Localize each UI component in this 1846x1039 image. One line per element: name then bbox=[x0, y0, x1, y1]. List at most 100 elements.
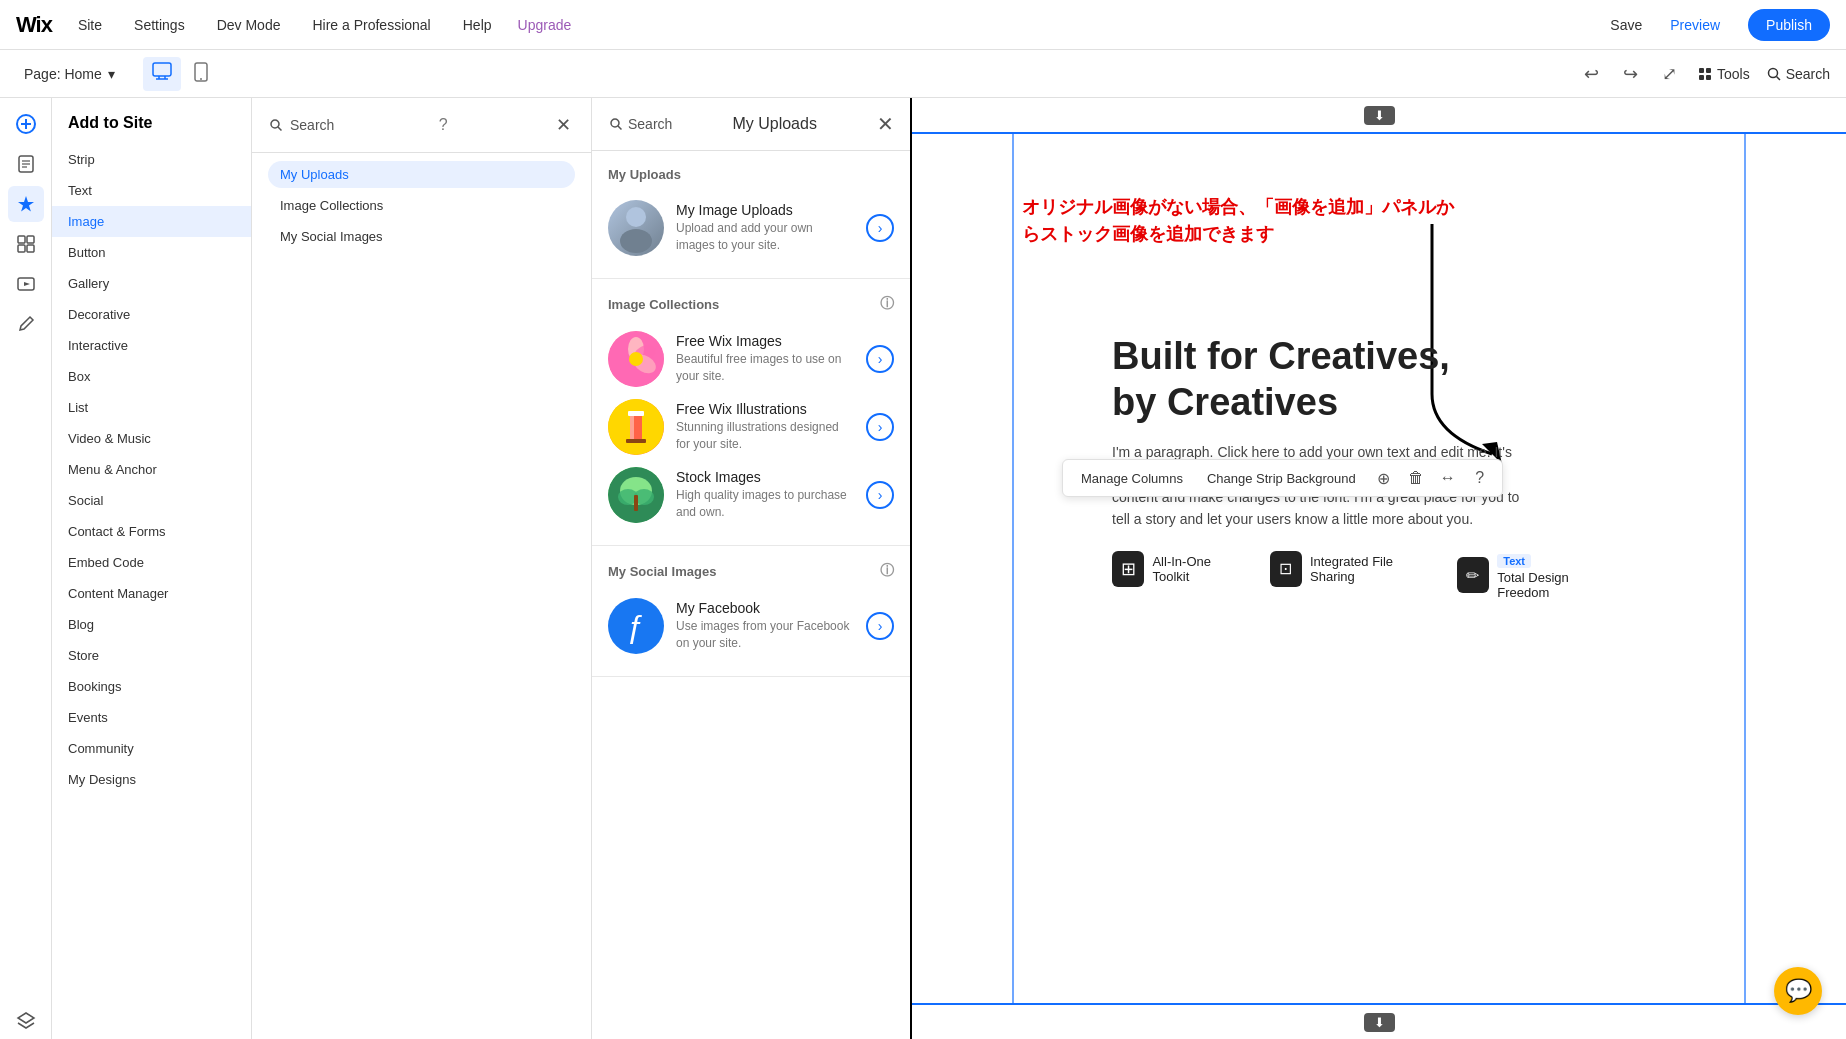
svg-point-36 bbox=[629, 352, 643, 366]
my-facebook-item[interactable]: ƒ My Facebook Use images from your Faceb… bbox=[608, 592, 894, 660]
canvas-download-top-button[interactable]: ⬇ bbox=[1364, 106, 1395, 125]
free-wix-images-arrow[interactable]: › bbox=[866, 345, 894, 373]
nav-upgrade[interactable]: Upgrade bbox=[518, 17, 572, 33]
apps-button[interactable] bbox=[8, 226, 44, 262]
panel-item-gallery[interactable]: Gallery bbox=[52, 268, 251, 299]
free-wix-illustrations-item[interactable]: Free Wix Illustrations Stunning illustra… bbox=[608, 393, 894, 461]
svg-rect-7 bbox=[1706, 68, 1711, 73]
panel-item-box[interactable]: Box bbox=[52, 361, 251, 392]
media-close-button[interactable]: ✕ bbox=[877, 112, 894, 136]
manage-columns-button[interactable]: Manage Columns bbox=[1071, 467, 1193, 490]
publish-button[interactable]: Publish bbox=[1748, 9, 1830, 41]
social-images-info-icon[interactable]: ⓘ bbox=[880, 562, 894, 580]
my-facebook-thumb: ƒ bbox=[608, 598, 664, 654]
my-image-uploads-item[interactable]: My Image Uploads Upload and add your own… bbox=[608, 194, 894, 262]
add-elements-button[interactable] bbox=[8, 106, 44, 142]
redo-button[interactable]: ↪ bbox=[1619, 59, 1642, 89]
context-trash-icon[interactable]: 🗑 bbox=[1402, 464, 1430, 492]
panel-item-interactive[interactable]: Interactive bbox=[52, 330, 251, 361]
mobile-view-button[interactable] bbox=[185, 57, 217, 91]
subpanel-search-button[interactable]: Search bbox=[268, 117, 334, 133]
media-button[interactable] bbox=[8, 266, 44, 302]
svg-point-31 bbox=[620, 229, 652, 253]
panel-item-button[interactable]: Button bbox=[52, 237, 251, 268]
panel-item-list[interactable]: List bbox=[52, 392, 251, 423]
save-button[interactable]: Save bbox=[1610, 17, 1642, 33]
panel-item-menu-anchor[interactable]: Menu & Anchor bbox=[52, 454, 251, 485]
free-wix-images-item[interactable]: Free Wix Images Beautiful free images to… bbox=[608, 325, 894, 393]
context-resize-icon[interactable]: ↔ bbox=[1434, 464, 1462, 492]
media-search-button[interactable]: Search bbox=[608, 116, 672, 132]
chat-button[interactable]: 💬 bbox=[1774, 967, 1822, 1015]
panel-item-decorative[interactable]: Decorative bbox=[52, 299, 251, 330]
context-help-icon[interactable]: ? bbox=[1466, 464, 1494, 492]
context-move-icon[interactable]: ⊕ bbox=[1370, 464, 1398, 492]
stock-images-arrow[interactable]: › bbox=[866, 481, 894, 509]
context-toolbar: Manage Columns Change Strip Background ⊕… bbox=[1062, 459, 1503, 497]
svg-point-30 bbox=[626, 207, 646, 227]
panel-item-bookings[interactable]: Bookings bbox=[52, 671, 251, 702]
free-wix-illustrations-title: Free Wix Illustrations bbox=[676, 401, 854, 417]
panel-item-social[interactable]: Social bbox=[52, 485, 251, 516]
nav-help[interactable]: Help bbox=[457, 13, 498, 37]
my-uploads-section: My Uploads My Image Uploads Upload and a… bbox=[592, 151, 910, 279]
panel-item-my-designs[interactable]: My Designs bbox=[52, 764, 251, 795]
tab-my-social-images[interactable]: My Social Images bbox=[268, 223, 575, 250]
svg-rect-22 bbox=[27, 245, 34, 252]
stock-images-item[interactable]: Stock Images High quality images to purc… bbox=[608, 461, 894, 529]
change-strip-background-button[interactable]: Change Strip Background bbox=[1197, 467, 1366, 490]
canvas-right-guideline bbox=[1744, 134, 1746, 1003]
page-selector[interactable]: Page: Home ▾ bbox=[16, 62, 123, 86]
nav-devmode[interactable]: Dev Mode bbox=[211, 13, 287, 37]
pages-button[interactable] bbox=[8, 146, 44, 182]
panel-item-events[interactable]: Events bbox=[52, 702, 251, 733]
subpanel-help-button[interactable]: ? bbox=[435, 112, 452, 138]
layers-button[interactable] bbox=[8, 1003, 44, 1039]
subpanel-tabs: My Uploads Image Collections My Social I… bbox=[252, 153, 591, 258]
panel-item-strip[interactable]: Strip bbox=[52, 144, 251, 175]
free-wix-images-info: Free Wix Images Beautiful free images to… bbox=[676, 333, 854, 385]
tab-image-collections[interactable]: Image Collections bbox=[268, 192, 575, 219]
panel-item-text[interactable]: Text bbox=[52, 175, 251, 206]
panel-item-store[interactable]: Store bbox=[52, 640, 251, 671]
nav-settings[interactable]: Settings bbox=[128, 13, 191, 37]
svg-point-28 bbox=[611, 119, 619, 127]
nav-hire[interactable]: Hire a Professional bbox=[306, 13, 436, 37]
preview-button[interactable]: Preview bbox=[1670, 17, 1720, 33]
svg-rect-21 bbox=[18, 245, 25, 252]
fullscreen-button[interactable]: ⤢ bbox=[1658, 59, 1681, 89]
panel-item-content-manager[interactable]: Content Manager bbox=[52, 578, 251, 609]
stock-images-desc: High quality images to purchase and own. bbox=[676, 487, 854, 521]
panel-item-image[interactable]: Image bbox=[52, 206, 251, 237]
canvas-bottom-bar: ⬇ bbox=[912, 1003, 1846, 1039]
tab-my-uploads[interactable]: My Uploads bbox=[268, 161, 575, 188]
image-collections-title: Image Collections ⓘ bbox=[608, 295, 894, 313]
panel-item-video-music[interactable]: Video & Music bbox=[52, 423, 251, 454]
svg-line-11 bbox=[1776, 76, 1780, 80]
canvas-download-bottom-button[interactable]: ⬇ bbox=[1364, 1013, 1395, 1032]
subpanel-close-button[interactable]: ✕ bbox=[552, 110, 575, 140]
desktop-view-button[interactable] bbox=[143, 57, 181, 91]
panel-item-blog[interactable]: Blog bbox=[52, 609, 251, 640]
free-wix-images-desc: Beautiful free images to use on your sit… bbox=[676, 351, 854, 385]
my-uploads-arrow[interactable]: › bbox=[866, 214, 894, 242]
tools-label: Tools bbox=[1717, 66, 1750, 82]
undo-button[interactable]: ↩ bbox=[1580, 59, 1603, 89]
page-selector-label: Page: Home bbox=[24, 66, 102, 82]
svg-point-5 bbox=[200, 78, 202, 80]
svg-rect-19 bbox=[18, 236, 25, 243]
nav-site[interactable]: Site bbox=[72, 13, 108, 37]
pen-button[interactable] bbox=[8, 306, 44, 342]
design-button[interactable] bbox=[8, 186, 44, 222]
svg-line-27 bbox=[278, 127, 282, 131]
social-images-title: My Social Images ⓘ bbox=[608, 562, 894, 580]
image-collections-info-icon[interactable]: ⓘ bbox=[880, 295, 894, 313]
panel-item-embed-code[interactable]: Embed Code bbox=[52, 547, 251, 578]
svg-rect-40 bbox=[630, 413, 634, 441]
tools-button[interactable]: Tools bbox=[1697, 66, 1750, 82]
panel-item-community[interactable]: Community bbox=[52, 733, 251, 764]
header-search-button[interactable]: Search bbox=[1766, 66, 1830, 82]
free-wix-illustrations-arrow[interactable]: › bbox=[866, 413, 894, 441]
my-facebook-arrow[interactable]: › bbox=[866, 612, 894, 640]
panel-item-contact-forms[interactable]: Contact & Forms bbox=[52, 516, 251, 547]
